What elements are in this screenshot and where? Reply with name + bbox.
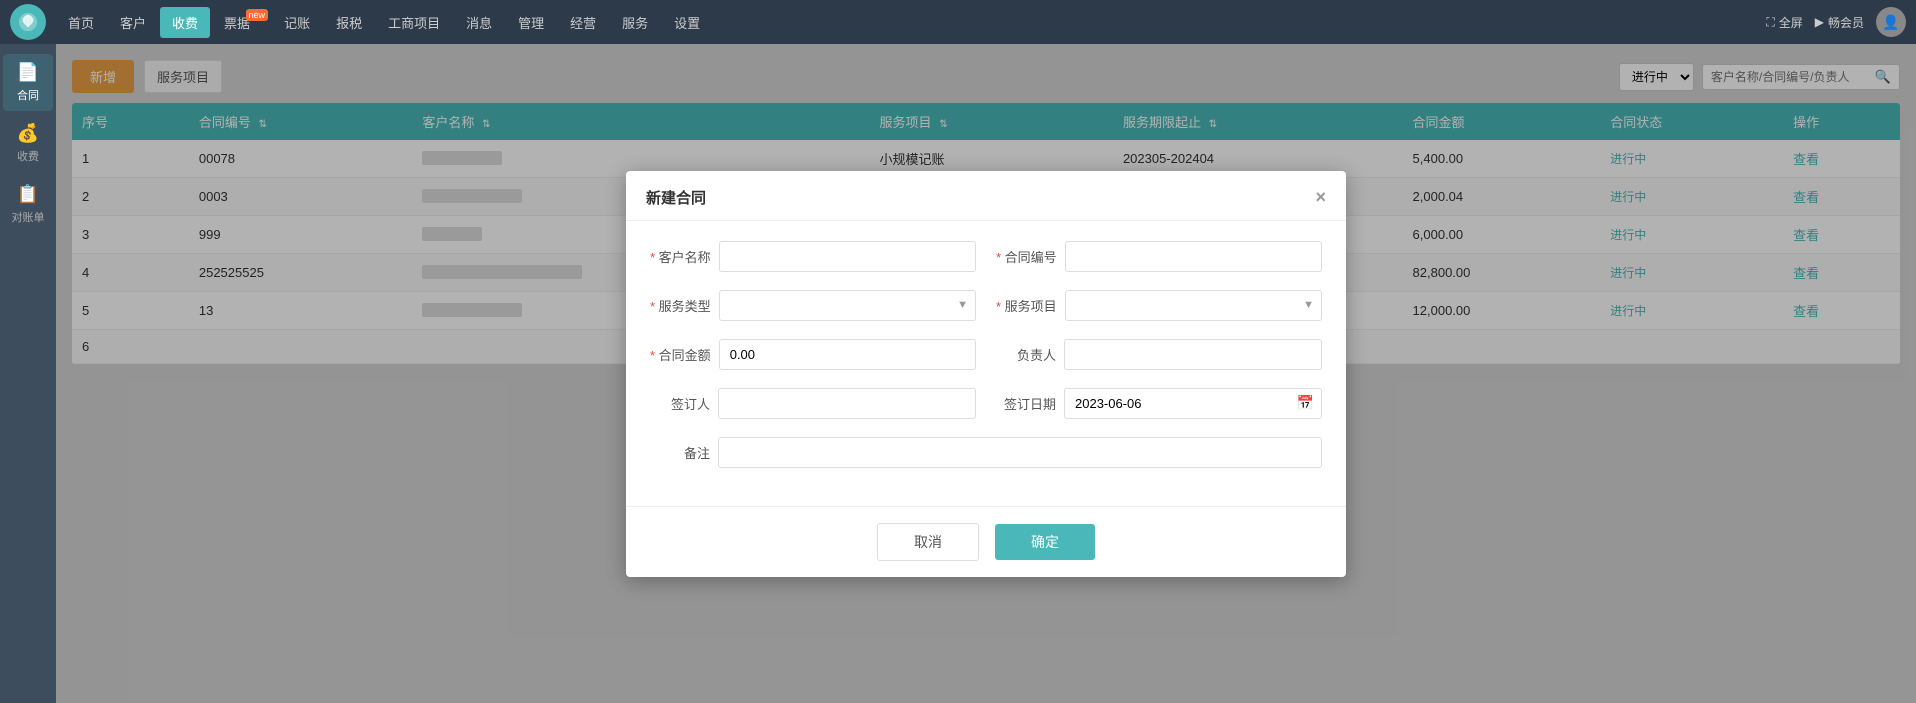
modal-overlay: 新建合同 × 客户名称 合同编号	[56, 44, 1916, 703]
form-group-remarks: 备注	[650, 437, 1322, 468]
service-item-select-wrap: ▼	[1065, 290, 1322, 321]
sidebar: 📄 合同 💰 收费 📋 对账单	[0, 44, 56, 703]
form-row-1: 客户名称 合同编号	[650, 241, 1322, 272]
form-row-3: 合同金额 负责人	[650, 339, 1322, 370]
app-logo	[10, 4, 46, 40]
form-row-2: 服务类型 ▼ 服务项目 ▼	[650, 290, 1322, 321]
contract-no-label: 合同编号	[996, 247, 1057, 266]
form-row-5: 备注	[650, 437, 1322, 468]
nav-settings[interactable]: 设置	[662, 7, 712, 38]
form-group-service-type: 服务类型 ▼	[650, 290, 976, 321]
form-group-service-item: 服务项目 ▼	[996, 290, 1322, 321]
service-type-select-wrap: ▼	[719, 290, 976, 321]
confirm-button[interactable]: 确定	[995, 524, 1095, 560]
sign-date-input[interactable]	[1064, 388, 1322, 419]
fullscreen-icon: ⛶	[1766, 15, 1774, 30]
date-input-wrap: 📅	[1064, 388, 1322, 419]
contract-no-input[interactable]	[1065, 241, 1322, 272]
contract-icon: 📄	[17, 62, 39, 83]
fee-icon: 💰	[17, 123, 39, 144]
remarks-label: 备注	[650, 443, 710, 462]
modal-body: 客户名称 合同编号 服务类型	[626, 221, 1346, 506]
form-group-sign-date: 签订日期 📅	[996, 388, 1322, 419]
remarks-input[interactable]	[718, 437, 1322, 468]
top-nav-right: ⛶ 全屏 ▶ 畅会员 👤	[1766, 7, 1906, 37]
customer-name-input[interactable]	[719, 241, 976, 272]
modal-header: 新建合同 ×	[626, 171, 1346, 221]
form-row-4: 签订人 签订日期 📅	[650, 388, 1322, 419]
assignee-input[interactable]	[1064, 339, 1322, 370]
signer-label: 签订人	[650, 394, 710, 413]
contract-amount-input[interactable]	[719, 339, 976, 370]
sidebar-item-contract[interactable]: 📄 合同	[3, 54, 53, 111]
service-type-select[interactable]	[719, 290, 976, 321]
new-badge: new	[246, 9, 269, 21]
member-button[interactable]: ▶ 畅会员	[1815, 14, 1864, 31]
form-group-signer: 签订人	[650, 388, 976, 419]
sign-date-label: 签订日期	[996, 394, 1056, 413]
signer-input[interactable]	[718, 388, 976, 419]
nav-bookkeeping[interactable]: 记账	[272, 7, 322, 38]
statement-icon: 📋	[17, 184, 39, 205]
main-content: 新增 服务项目 进行中 已完成 已终止 🔍	[56, 44, 1916, 703]
top-navigation: 首页 客户 收费 票据 new 记账 报税 工商项目 消息 管理 经营 服务 设…	[0, 0, 1916, 44]
modal-title: 新建合同	[646, 187, 706, 208]
assignee-label: 负责人	[996, 345, 1056, 364]
cancel-button[interactable]: 取消	[877, 523, 979, 561]
contract-amount-label: 合同金额	[650, 345, 711, 364]
sidebar-item-fee[interactable]: 💰 收费	[3, 115, 53, 172]
avatar[interactable]: 👤	[1876, 7, 1906, 37]
nav-customer[interactable]: 客户	[108, 7, 158, 38]
calendar-icon[interactable]: 📅	[1297, 395, 1314, 412]
fullscreen-button[interactable]: ⛶ 全屏	[1766, 14, 1802, 31]
nav-tax[interactable]: 报税	[324, 7, 374, 38]
form-group-contract-no: 合同编号	[996, 241, 1322, 272]
modal-footer: 取消 确定	[626, 506, 1346, 577]
main-layout: 📄 合同 💰 收费 📋 对账单 新增 服务项目 进行中 已完成 已终止	[0, 44, 1916, 703]
nav-fee[interactable]: 收费	[160, 7, 210, 38]
service-type-label: 服务类型	[650, 296, 711, 315]
nav-message[interactable]: 消息	[454, 7, 504, 38]
nav-home[interactable]: 首页	[56, 7, 106, 38]
form-group-customer: 客户名称	[650, 241, 976, 272]
member-icon: ▶	[1815, 15, 1824, 29]
service-item-label: 服务项目	[996, 296, 1057, 315]
nav-menu: 首页 客户 收费 票据 new 记账 报税 工商项目 消息 管理 经营 服务 设…	[56, 7, 1766, 38]
close-button[interactable]: ×	[1315, 188, 1326, 206]
nav-manage[interactable]: 管理	[506, 7, 556, 38]
create-contract-modal: 新建合同 × 客户名称 合同编号	[626, 171, 1346, 577]
nav-business[interactable]: 工商项目	[376, 7, 452, 38]
form-group-assignee: 负责人	[996, 339, 1322, 370]
nav-service[interactable]: 服务	[610, 7, 660, 38]
sidebar-item-statement[interactable]: 📋 对账单	[3, 176, 53, 233]
nav-operation[interactable]: 经营	[558, 7, 608, 38]
nav-invoice[interactable]: 票据 new	[212, 7, 270, 38]
service-item-select[interactable]	[1065, 290, 1322, 321]
form-group-amount: 合同金额	[650, 339, 976, 370]
customer-name-label: 客户名称	[650, 247, 711, 266]
